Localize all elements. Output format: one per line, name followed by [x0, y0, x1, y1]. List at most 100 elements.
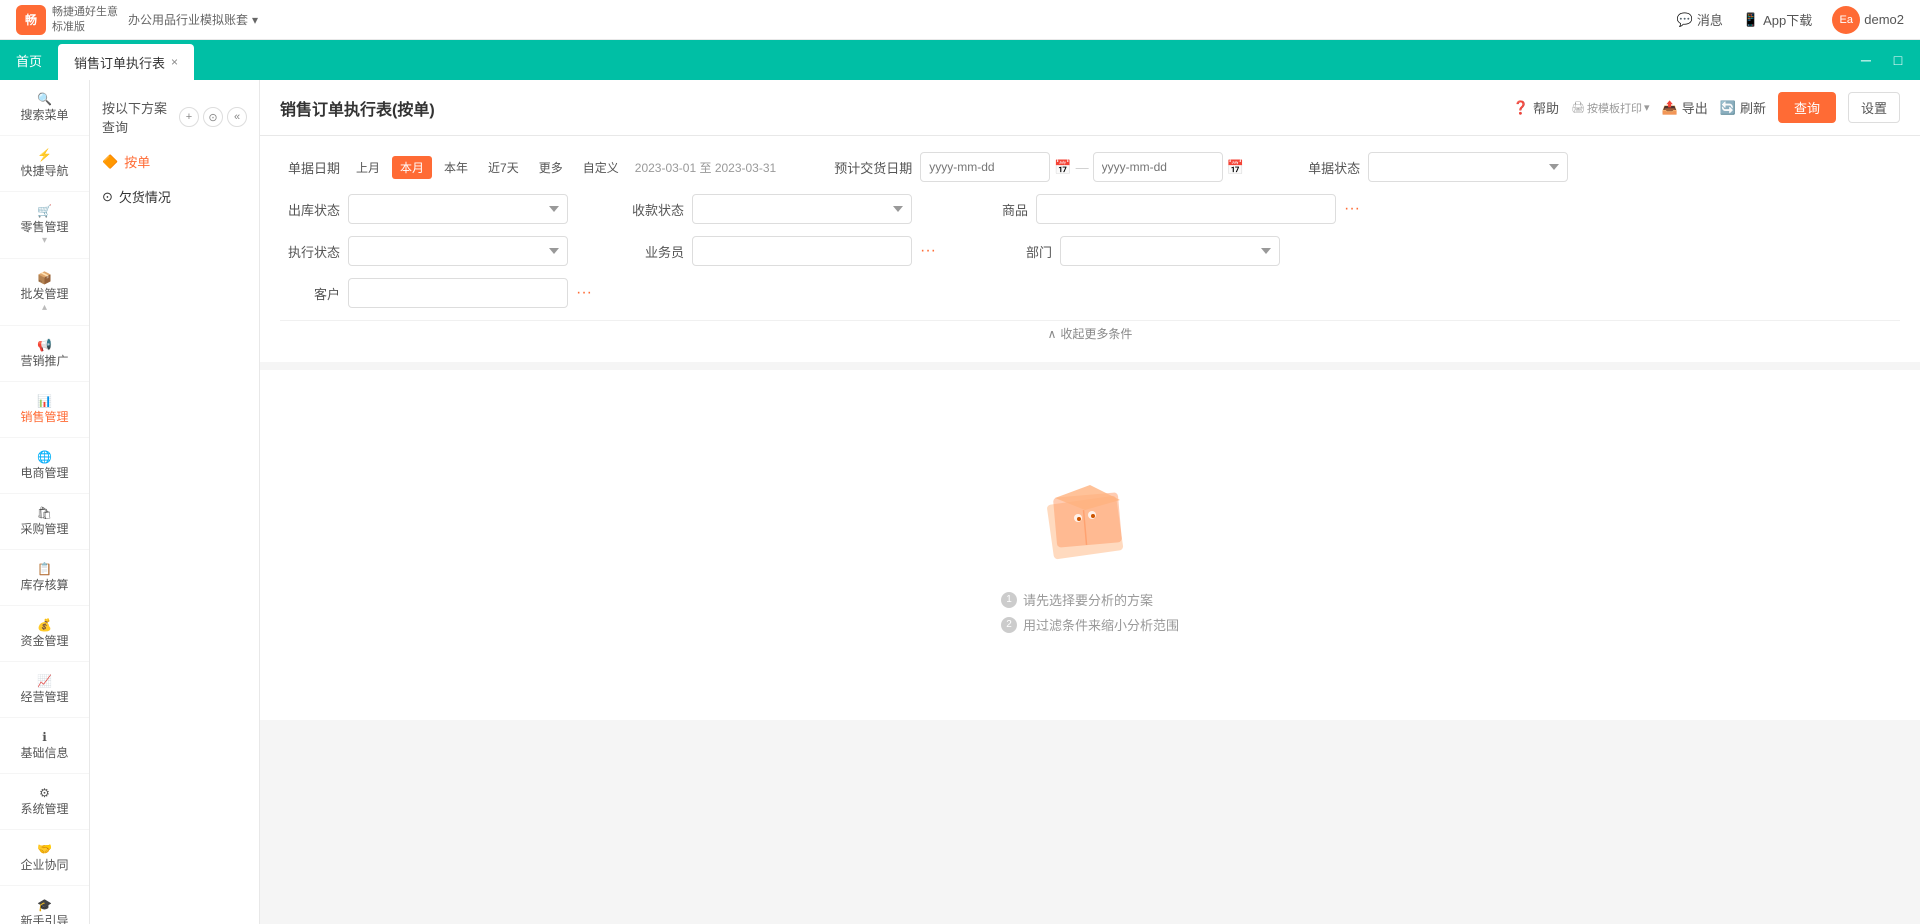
date-btn-this-year[interactable]: 本年 — [436, 156, 476, 179]
product-label: 商品 — [968, 200, 1028, 219]
filter-item-product: 商品 ··· — [968, 194, 1360, 224]
marketing-icon: 📢 — [0, 338, 89, 352]
expand-icon: ▴ — [0, 302, 89, 313]
customer-more-icon[interactable]: ··· — [576, 284, 592, 302]
dept-select[interactable] — [1060, 236, 1280, 266]
shipment-status-wrapper — [348, 194, 568, 224]
enterprise-icon: 🤝 — [0, 842, 89, 856]
date-start-calendar-icon[interactable]: 📅 — [1054, 159, 1071, 176]
sidebar-item-basic-info[interactable]: ℹ 基础信息 — [0, 718, 89, 774]
date-btn-custom[interactable]: 自定义 — [575, 156, 627, 179]
empty-icon — [1030, 450, 1150, 570]
print-dropdown-icon[interactable]: ▾ — [1644, 101, 1650, 114]
filter-item-receipt: 收款状态 — [624, 194, 912, 224]
sidebar-item-finance[interactable]: 💰 资金管理 — [0, 606, 89, 662]
sidebar-item-retail-mgmt[interactable]: 🛒 零售管理 ▾ — [0, 192, 89, 259]
date-btn-more[interactable]: 更多 — [531, 156, 571, 179]
scheme-item-owed-qty[interactable]: ⊙ 欠货情况 — [90, 179, 259, 214]
tab-home[interactable]: 首页 — [0, 40, 58, 80]
filter-item-shipment: 出库状态 — [280, 194, 568, 224]
delivery-date-end[interactable] — [1093, 152, 1223, 182]
nav-tabs: 首页 销售订单执行表 × ─ □ — [0, 40, 1920, 80]
sidebar-item-search-menu[interactable]: 🔍 搜索菜单 — [0, 80, 89, 136]
print-template-button[interactable]: 🖨 按模板打印 ▾ — [1571, 100, 1650, 116]
salesperson-input[interactable] — [692, 236, 912, 266]
sidebar-item-ecommerce[interactable]: 🌐 电商管理 — [0, 438, 89, 494]
collapse-panel-button[interactable]: « — [227, 107, 247, 127]
content-area: 销售订单执行表(按单) ❓ 帮助 🖨 按模板打印 ▾ 📤 导出 🔄 刷新 — [260, 80, 1920, 924]
nav-tab-actions: ─ □ — [1854, 48, 1910, 72]
export-button[interactable]: 📤 导出 — [1662, 98, 1708, 117]
tab-minimize-button[interactable]: ─ — [1854, 48, 1878, 72]
shipment-status-select[interactable] — [348, 194, 568, 224]
empty-hints: 1 请先选择要分析的方案 2 用过滤条件来缩小分析范围 — [1001, 590, 1179, 640]
content-header-actions: ❓ 帮助 🖨 按模板打印 ▾ 📤 导出 🔄 刷新 查询 设置 — [1513, 92, 1900, 123]
collapse-icon: ∧ — [1048, 327, 1057, 341]
dept-label: 部门 — [992, 242, 1052, 261]
left-panel-header: 按以下方案查询 + ⊙ « — [90, 90, 259, 144]
settings-button[interactable]: 设置 — [1848, 92, 1900, 123]
sidebar-item-wholesale-mgmt[interactable]: 📦 批发管理 ▴ — [0, 259, 89, 326]
receipt-status-select[interactable] — [692, 194, 912, 224]
sidebar-item-operations[interactable]: 📈 经营管理 — [0, 662, 89, 718]
search-button[interactable]: 查询 — [1778, 92, 1836, 123]
salesperson-label: 业务员 — [624, 242, 684, 261]
refresh-button[interactable]: 🔄 刷新 — [1720, 98, 1766, 117]
delivery-date-start[interactable] — [920, 152, 1050, 182]
quick-nav-icon: ⚡ — [0, 148, 89, 162]
filter-item-date: 单据日期 上月 本月 本年 近7天 更多 自定义 2023-03-01 至 20… — [280, 156, 776, 179]
date-btn-last-month[interactable]: 上月 — [348, 156, 388, 179]
collapse-filter-button[interactable]: ∧ 收起更多条件 — [1048, 325, 1133, 342]
doc-status-select[interactable] — [1368, 152, 1568, 182]
sidebar-item-marketing[interactable]: 📢 营销推广 — [0, 326, 89, 382]
tab-close-icon[interactable]: × — [171, 55, 178, 69]
top-bar: 畅 畅捷通好生意 标准版 办公用品行业模拟账套 ▾ 💬 消息 📱 App下载 E… — [0, 0, 1920, 40]
date-btn-this-month[interactable]: 本月 — [392, 156, 432, 179]
message-icon: 💬 — [1677, 12, 1693, 28]
salesperson-more-icon[interactable]: ··· — [920, 242, 936, 260]
tab-sales-order-exec[interactable]: 销售订单执行表 × — [58, 44, 194, 80]
breadcrumb[interactable]: 办公用品行业模拟账套 ▾ — [128, 11, 258, 28]
filter-row-3: 执行状态 业务员 ··· 部门 — [280, 236, 1900, 266]
user-menu[interactable]: Ea demo2 — [1832, 6, 1904, 34]
left-panel-title: 按以下方案查询 — [102, 98, 179, 136]
filter-row-2: 出库状态 收款状态 商品 — [280, 194, 1900, 224]
search-menu-icon: 🔍 — [0, 92, 89, 106]
sidebar-item-enterprise[interactable]: 🤝 企业协同 — [0, 830, 89, 886]
sidebar-item-inventory[interactable]: 📋 库存核算 — [0, 550, 89, 606]
filter-row-1: 单据日期 上月 本月 本年 近7天 更多 自定义 2023-03-01 至 20… — [280, 152, 1900, 182]
sidebar-item-quick-nav[interactable]: ⚡ 快捷导航 — [0, 136, 89, 192]
sidebar-item-sales-mgmt[interactable]: 📊 销售管理 — [0, 382, 89, 438]
empty-state: 1 请先选择要分析的方案 2 用过滤条件来缩小分析范围 — [260, 370, 1920, 720]
sidebar-item-purchase-mgmt[interactable]: 🛍 采购管理 — [0, 494, 89, 550]
doc-status-label: 单据状态 — [1300, 158, 1360, 177]
top-bar-right: 💬 消息 📱 App下载 Ea demo2 — [1677, 6, 1904, 34]
breadcrumb-arrow-icon[interactable]: ▾ — [252, 13, 258, 27]
basic-info-icon: ℹ — [0, 730, 89, 744]
filter-item-delivery-date: 预计交货日期 📅 — 📅 — [832, 152, 1244, 182]
product-more-icon[interactable]: ··· — [1344, 200, 1360, 218]
purchase-icon: 🛍 — [0, 506, 89, 520]
sidebar-item-system-mgmt[interactable]: ⚙ 系统管理 — [0, 774, 89, 830]
sidebar-item-newcomer[interactable]: 🎓 新手引导 — [0, 886, 89, 924]
product-input[interactable] — [1036, 194, 1336, 224]
empty-illustration — [1030, 450, 1150, 570]
app-download-button[interactable]: 📱 App下载 — [1743, 10, 1812, 29]
scheme-item-by-order[interactable]: 🔶 按单 — [90, 144, 259, 179]
message-button[interactable]: 💬 消息 — [1677, 10, 1723, 29]
date-end-calendar-icon[interactable]: 📅 — [1227, 159, 1244, 176]
help-button[interactable]: ❓ 帮助 — [1513, 98, 1559, 117]
exec-status-select[interactable] — [348, 236, 568, 266]
scheme-settings-button[interactable]: ⊙ — [203, 107, 223, 127]
finance-icon: 💰 — [0, 618, 89, 632]
add-scheme-button[interactable]: + — [179, 107, 199, 127]
expand-icon: ▾ — [0, 235, 89, 246]
date-btn-last-7-days[interactable]: 近7天 — [480, 156, 527, 179]
logo-area: 畅 畅捷通好生意 标准版 — [16, 5, 118, 35]
page-title: 销售订单执行表(按单) — [280, 96, 435, 120]
inventory-icon: 📋 — [0, 562, 89, 576]
customer-label: 客户 — [280, 284, 340, 303]
tab-maximize-button[interactable]: □ — [1886, 48, 1910, 72]
shipment-status-label: 出库状态 — [280, 200, 340, 219]
customer-input[interactable] — [348, 278, 568, 308]
